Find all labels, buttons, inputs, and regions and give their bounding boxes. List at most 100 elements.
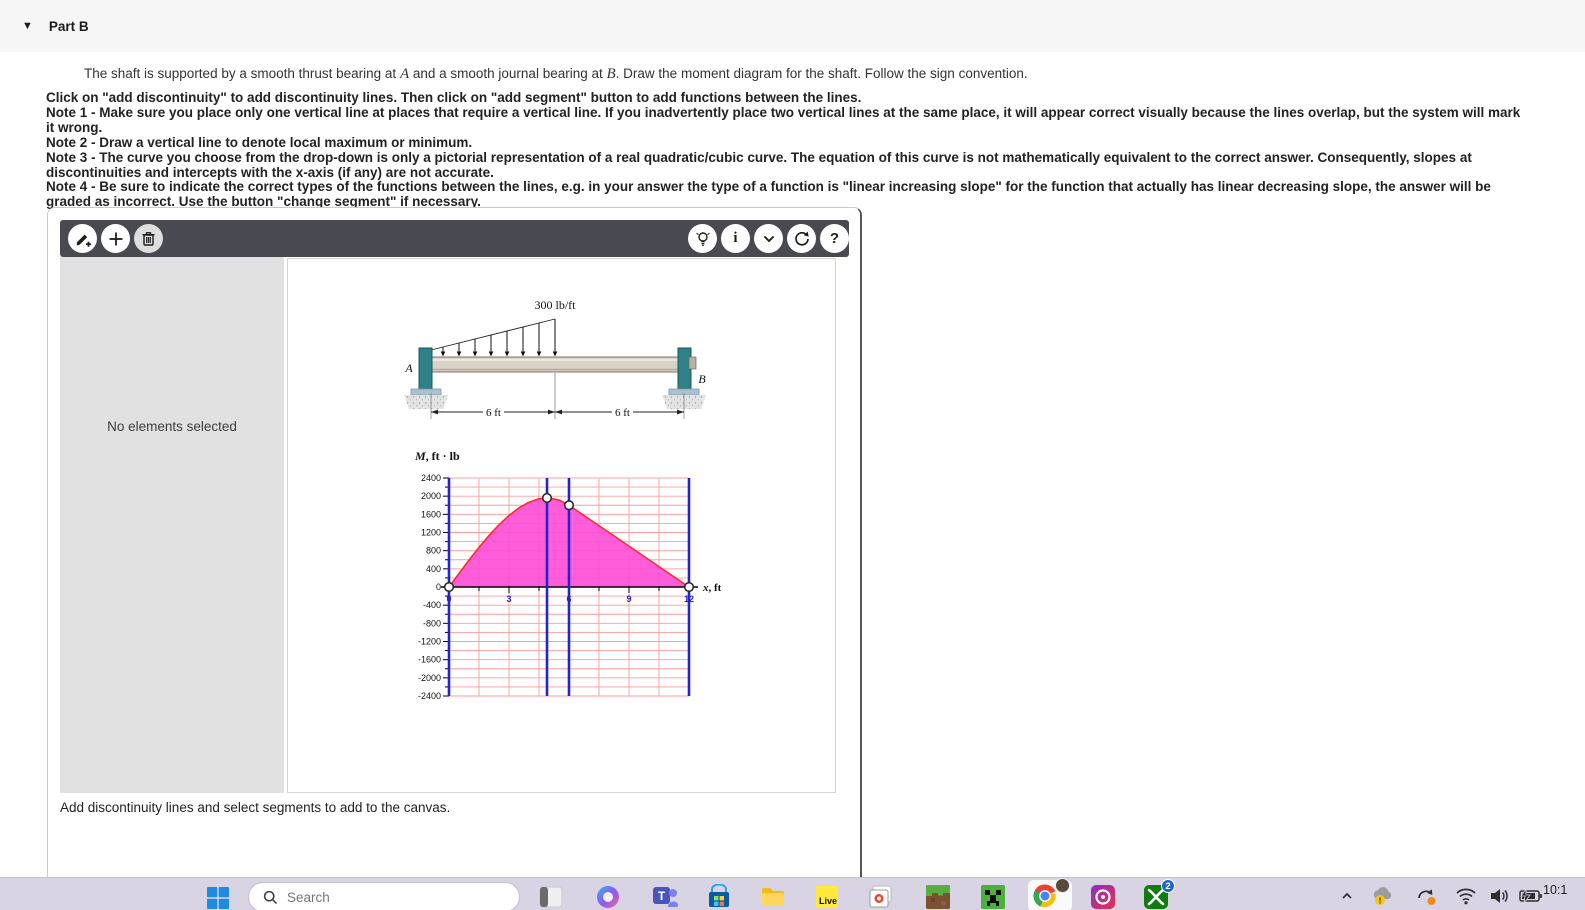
support-a-base [410, 388, 442, 396]
chart-x-title: x, ft [702, 582, 722, 594]
distributed-load-arrows [440, 319, 558, 357]
collapse-triangle-icon[interactable]: ▼ [22, 20, 33, 32]
volume-icon[interactable] [1489, 886, 1511, 906]
label-a: A [404, 361, 413, 375]
dim-arrow [677, 409, 684, 415]
empty-selection-text: No elements selected [107, 419, 237, 434]
problem-text: and a smooth journal bearing at [409, 66, 607, 81]
hidden-icons-chevron[interactable] [1340, 889, 1354, 903]
dim-arrow [431, 409, 438, 415]
y-tick-label: -2000 [418, 673, 441, 683]
search-input[interactable] [287, 889, 487, 905]
lightbulb-icon [695, 231, 710, 246]
dim-arrow [555, 409, 562, 415]
taskbar-search[interactable] [248, 882, 520, 910]
svg-text:!: ! [1379, 896, 1382, 906]
battery-charging-icon[interactable] [1519, 888, 1543, 904]
curve-handle[interactable] [443, 581, 455, 593]
y-tick-label: -800 [423, 618, 441, 628]
help-button[interactable]: ? [820, 224, 849, 253]
copilot-icon[interactable] [595, 884, 621, 910]
search-icon [263, 890, 278, 904]
minecraft-icon[interactable] [925, 884, 951, 910]
y-tick-label: 400 [426, 564, 441, 574]
snip-cards-icon[interactable] [868, 884, 894, 910]
curve-handle[interactable] [683, 581, 695, 593]
var-A: A [399, 66, 410, 82]
problem-text: The shaft is supported by a smooth thrus… [84, 66, 400, 81]
y-tick-label: -400 [423, 600, 441, 610]
x-tick-label: 3 [506, 594, 511, 604]
microsoft-store-icon[interactable] [706, 884, 732, 910]
add-segment-button[interactable] [68, 224, 97, 253]
problem-text: . Draw the moment diagram for the shaft.… [615, 66, 1028, 81]
teams-icon[interactable]: T [652, 884, 678, 910]
creeper-icon[interactable] [980, 884, 1006, 910]
moment-diagram-widget: i ? No elements selected 300 lb/ft A B 6… [47, 207, 862, 907]
instruction-notes: Click on "add discontinuity" to add disc… [46, 90, 1524, 210]
chart-y-title: M, ft · lb [414, 449, 460, 463]
note-line: Click on "add discontinuity" to add disc… [46, 90, 862, 105]
note-line: Note 1 - Make sure you place only one ve… [46, 104, 1521, 135]
expand-button[interactable] [754, 224, 783, 253]
cloud-alert-icon[interactable]: ! [1372, 886, 1394, 906]
add-discontinuity-button[interactable] [101, 224, 130, 253]
y-tick-label: 2000 [421, 491, 441, 501]
trash-icon [142, 232, 155, 246]
info-icon: i [733, 230, 738, 246]
part-header[interactable]: ▼ Part B [0, 0, 1585, 52]
shaft-stub [688, 356, 697, 370]
part-title: Part B [48, 18, 89, 34]
note-line: Note 2 - Draw a vertical line to denote … [46, 134, 473, 150]
xbox-icon[interactable]: 2 [1143, 879, 1175, 910]
beam-figure: 300 lb/ft A B 6 ft 6 ft [404, 298, 706, 419]
live-notes-icon[interactable]: Live [814, 884, 840, 910]
y-tick-label: -1200 [418, 637, 441, 647]
y-tick-label: -2400 [418, 691, 441, 701]
load-line [430, 318, 556, 351]
taskbar-clock[interactable]: 10:1 [1543, 883, 1585, 897]
y-tick-label: 800 [426, 546, 441, 556]
delete-button[interactable] [134, 224, 163, 253]
clock-time: 10:1 [1543, 883, 1568, 897]
note-line: Note 4 - Be sure to indicate the correct… [46, 179, 1491, 210]
y-tick-label: 1200 [421, 528, 441, 538]
wifi-icon[interactable] [1455, 887, 1477, 905]
profile-avatar [1055, 878, 1070, 893]
plus-icon [109, 232, 122, 245]
taskbar: T Live [0, 877, 1585, 910]
reset-button[interactable] [787, 224, 816, 253]
y-tick-label: -1600 [418, 655, 441, 665]
live-label: Live [819, 896, 837, 906]
file-explorer-icon[interactable] [760, 884, 786, 910]
note-line: Note 3 - The curve you choose from the d… [46, 149, 1472, 180]
problem-statement: The shaft is supported by a smooth thrus… [84, 66, 1028, 83]
hint-button[interactable] [688, 224, 717, 253]
moment-chart[interactable]: -2400 -2000 -1600 -1200 -800 -400 0 400 800 1200 1… [405, 444, 735, 716]
pencil-plus-icon [76, 234, 91, 247]
camera-app-icon[interactable] [1090, 884, 1116, 910]
screen-clip-app-icon[interactable] [538, 884, 564, 910]
start-button[interactable] [206, 886, 230, 910]
chrome-icon [1033, 884, 1057, 908]
chrome-active-app[interactable] [1028, 878, 1072, 910]
dim-right-label: 6 ft [615, 407, 630, 419]
load-label: 300 lb/ft [535, 298, 577, 312]
svg-text:T: T [658, 889, 666, 903]
drawing-canvas[interactable]: 300 lb/ft A B 6 ft 6 ft -2400 -2000 -160… [287, 258, 836, 793]
support-a [418, 347, 433, 390]
info-button[interactable]: i [721, 224, 750, 253]
xbox-badge: 2 [1161, 879, 1175, 893]
sync-arrow-icon[interactable] [1415, 887, 1437, 907]
y-tick-label: 0 [436, 582, 441, 592]
curve-handle[interactable] [563, 500, 575, 511]
widget-toolbar: i ? [60, 220, 849, 257]
selection-panel: No elements selected [60, 257, 284, 793]
ground-a [404, 395, 448, 409]
chevron-down-icon [763, 235, 774, 242]
label-b: B [698, 372, 706, 386]
y-tick-label: 1600 [421, 509, 441, 519]
curve-handle[interactable] [541, 492, 553, 504]
widget-footer-hint: Add discontinuity lines and select segme… [60, 800, 451, 815]
var-B: B [606, 66, 616, 82]
